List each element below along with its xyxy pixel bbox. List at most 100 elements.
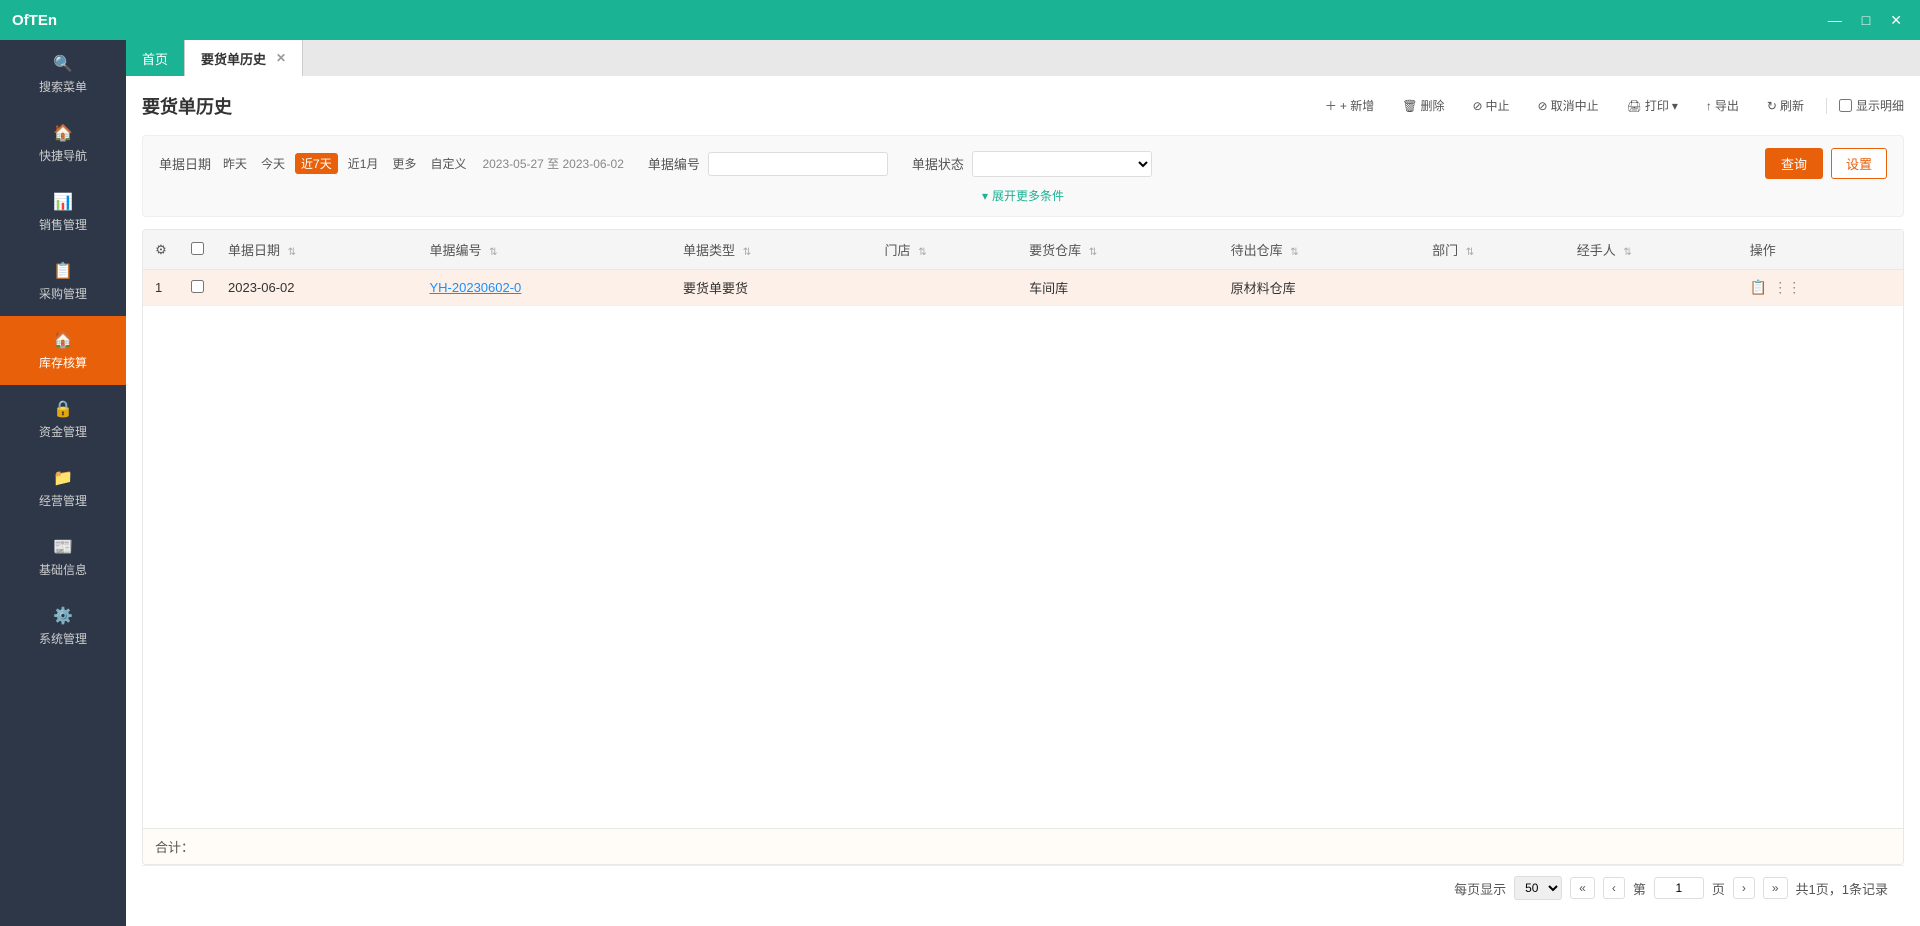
edit-action-icon[interactable]: 📋 xyxy=(1750,279,1767,296)
shortcut-7days[interactable]: 近7天 xyxy=(295,153,338,174)
table-footer: 合计： xyxy=(143,828,1903,864)
order-number-input[interactable] xyxy=(708,152,888,176)
expand-label: 展开更多条件 xyxy=(992,187,1064,204)
sidebar-item-sales[interactable]: 📊 销售管理 xyxy=(0,178,126,247)
sidebar-label-finance: 资金管理 xyxy=(39,423,87,440)
sidebar-item-purchase[interactable]: 📋 采购管理 xyxy=(0,247,126,316)
tab-requisition-label: 要货单历史 xyxy=(201,49,266,68)
sort-date-icon: ⇅ xyxy=(288,247,296,258)
window-controls: — □ ✕ xyxy=(1822,10,1908,31)
sidebar-item-basic[interactable]: 📰 基础信息 xyxy=(0,523,126,592)
sidebar-item-finance[interactable]: 🔒 资金管理 xyxy=(0,385,126,454)
shortcut-1month[interactable]: 近1月 xyxy=(344,153,383,174)
sort-number-icon: ⇅ xyxy=(489,247,497,258)
sidebar-item-shortcut[interactable]: 🏠 快捷导航 xyxy=(0,109,126,178)
sort-store-icon: ⇅ xyxy=(918,247,926,258)
sort-out-warehouse-icon: ⇅ xyxy=(1290,247,1298,258)
expand-filters-button[interactable]: ▾ 展开更多条件 xyxy=(159,187,1887,204)
first-page-button[interactable]: « xyxy=(1570,877,1595,899)
sidebar-item-system[interactable]: ⚙️ 系统管理 xyxy=(0,592,126,661)
row-req-warehouse: 车间库 xyxy=(1017,270,1219,306)
toolbar-divider xyxy=(1826,98,1827,114)
table-row: 1 2023-06-02 YH-20230602-0 要货单要货 xyxy=(143,270,1903,306)
date-range-display: 2023-05-27 至 2023-06-02 xyxy=(482,155,623,172)
sidebar-item-operation[interactable]: 📁 经营管理 xyxy=(0,454,126,523)
query-button[interactable]: 查询 xyxy=(1765,148,1823,179)
maximize-button[interactable]: □ xyxy=(1856,10,1876,30)
page-number-input[interactable] xyxy=(1654,877,1704,899)
sidebar-label-system: 系统管理 xyxy=(39,630,87,647)
display-detail-toggle[interactable]: 显示明细 xyxy=(1839,97,1904,114)
cancel-stop-button[interactable]: ⊘ 取消中止 xyxy=(1528,92,1609,119)
home-icon: 🏠 xyxy=(53,123,73,143)
th-req-warehouse[interactable]: 要货仓库 ⇅ xyxy=(1017,230,1219,270)
export-button[interactable]: ↑ 导出 xyxy=(1696,92,1749,119)
page-label: 第 xyxy=(1633,879,1646,898)
sidebar-label-search: 搜索菜单 xyxy=(39,78,87,95)
sidebar-label-operation: 经营管理 xyxy=(39,492,87,509)
sidebar-item-search[interactable]: 🔍 搜索菜单 xyxy=(0,40,126,109)
shortcut-more[interactable]: 更多 xyxy=(388,153,420,174)
sidebar-label-sales: 销售管理 xyxy=(39,216,87,233)
sidebar-label-basic: 基础信息 xyxy=(39,561,87,578)
th-settings[interactable]: ⚙ xyxy=(143,230,179,270)
th-type[interactable]: 单据类型 ⇅ xyxy=(671,230,873,270)
date-shortcuts: 昨天 今天 近7天 近1月 更多 自定义 xyxy=(219,153,470,174)
refresh-button[interactable]: ↻ 刷新 xyxy=(1757,92,1814,119)
date-filter: 单据日期 昨天 今天 近7天 近1月 更多 自定义 2023-05-27 至 2… xyxy=(159,153,624,174)
last-page-button[interactable]: » xyxy=(1763,877,1788,899)
select-all-checkbox[interactable] xyxy=(191,242,204,255)
top-bar: OfTEn — □ ✕ xyxy=(0,0,1920,40)
sort-handler-icon: ⇅ xyxy=(1623,247,1631,258)
th-out-warehouse[interactable]: 待出仓库 ⇅ xyxy=(1219,230,1421,270)
data-table: ⚙ 单据日期 ⇅ 单据编号 xyxy=(143,230,1903,306)
th-handler[interactable]: 经手人 ⇅ xyxy=(1565,230,1738,270)
sidebar-item-inventory[interactable]: 🏠 库存核算 xyxy=(0,316,126,385)
more-action-icon[interactable]: ⋮⋮ xyxy=(1773,279,1801,296)
tab-home[interactable]: 首页 xyxy=(126,40,185,76)
shortcut-custom[interactable]: 自定义 xyxy=(426,153,470,174)
order-number-link[interactable]: YH-20230602-0 xyxy=(430,280,522,295)
expand-icon: ▾ xyxy=(982,189,988,203)
footer-label: 合计： xyxy=(155,840,194,855)
shortcut-yesterday[interactable]: 昨天 xyxy=(219,153,251,174)
status-filter: 单据状态 xyxy=(912,151,1152,177)
settings-button[interactable]: 设置 xyxy=(1831,148,1887,179)
tab-close-icon[interactable]: ✕ xyxy=(276,51,286,65)
tab-requisition-history[interactable]: 要货单历史 ✕ xyxy=(185,40,303,76)
sales-icon: 📊 xyxy=(53,192,73,212)
th-actions: 操作 xyxy=(1738,230,1903,270)
row-actions: 📋 ⋮⋮ xyxy=(1738,270,1903,306)
new-button[interactable]: ＋ + 新增 xyxy=(1315,92,1384,119)
sidebar-label-purchase: 采购管理 xyxy=(39,285,87,302)
minimize-button[interactable]: — xyxy=(1822,10,1848,30)
print-icon: 🖨 xyxy=(1627,99,1642,113)
per-page-select[interactable]: 50 xyxy=(1514,876,1562,900)
cancel-stop-icon: ⊘ xyxy=(1538,99,1548,113)
close-button[interactable]: ✕ xyxy=(1884,10,1908,31)
row-date: 2023-06-02 xyxy=(216,270,418,306)
date-label: 单据日期 xyxy=(159,154,211,173)
prev-page-button[interactable]: ‹ xyxy=(1603,877,1625,899)
total-info: 共1页，1条记录 xyxy=(1796,879,1888,898)
order-number-filter: 单据编号 xyxy=(648,152,888,176)
status-select[interactable] xyxy=(972,151,1152,177)
stop-button[interactable]: ⊘ 中止 xyxy=(1462,92,1519,119)
search-icon: 🔍 xyxy=(53,54,73,74)
th-store[interactable]: 门店 ⇅ xyxy=(873,230,1018,270)
print-button[interactable]: 🖨 打印 ▾ xyxy=(1617,92,1688,119)
print-dropdown-icon: ▾ xyxy=(1672,99,1678,113)
delete-button[interactable]: 🗑 删除 xyxy=(1392,92,1454,119)
new-icon: ＋ xyxy=(1325,97,1337,114)
row-select-checkbox[interactable] xyxy=(191,280,204,293)
inventory-icon: 🏠 xyxy=(53,330,73,350)
shortcut-today[interactable]: 今天 xyxy=(257,153,289,174)
th-number[interactable]: 单据编号 ⇅ xyxy=(418,230,672,270)
finance-icon: 🔒 xyxy=(53,399,73,419)
row-number: YH-20230602-0 xyxy=(418,270,672,306)
row-checkbox xyxy=(179,270,216,306)
display-detail-checkbox[interactable] xyxy=(1839,99,1852,112)
th-date[interactable]: 单据日期 ⇅ xyxy=(216,230,418,270)
next-page-button[interactable]: › xyxy=(1733,877,1755,899)
th-department[interactable]: 部门 ⇅ xyxy=(1420,230,1565,270)
